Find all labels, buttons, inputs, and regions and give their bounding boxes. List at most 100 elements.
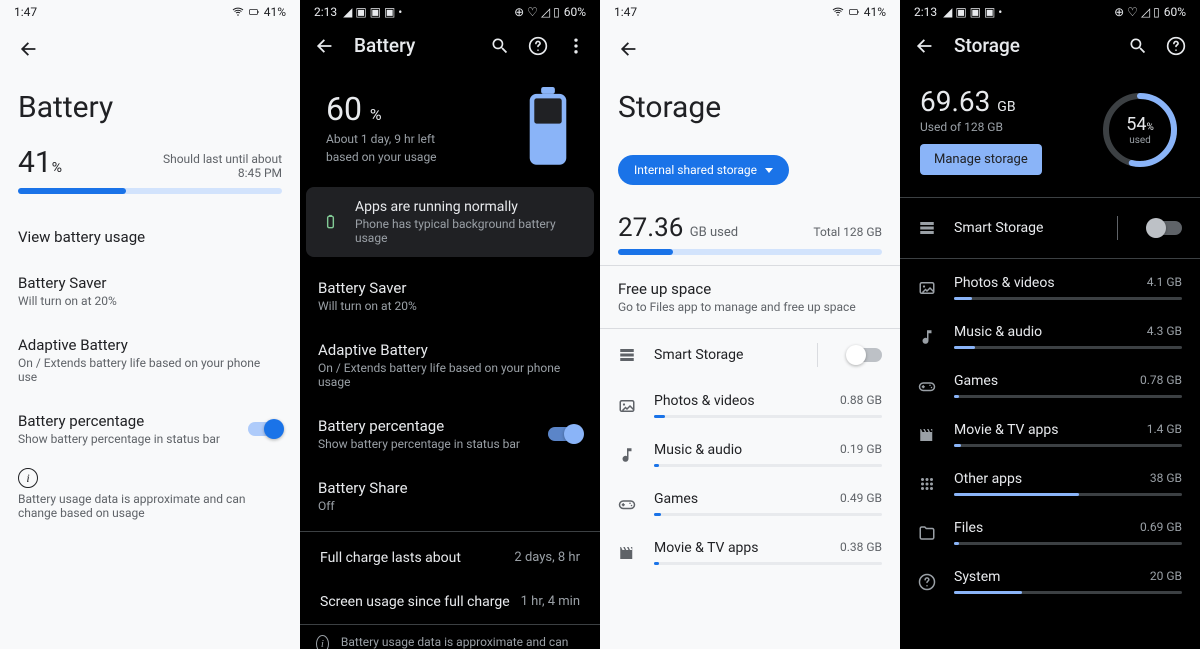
movie-icon <box>618 544 636 562</box>
battery-hero: 60 % About 1 day, 9 hr left based on you… <box>300 67 600 187</box>
image-icon <box>918 279 936 297</box>
storage-total: Total 128 GB <box>813 225 882 239</box>
battery-estimate: Should last until about8:45 PM <box>163 152 282 180</box>
battery-saver[interactable]: Battery SaverWill turn on at 20% <box>300 265 600 327</box>
apps-running-card[interactable]: Apps are running normallyPhone has typic… <box>306 187 594 257</box>
games-icon <box>918 377 936 395</box>
footer-text: Battery usage data is approximate and ca… <box>0 492 300 520</box>
movie-icon <box>918 426 936 444</box>
back-button[interactable] <box>618 38 640 60</box>
chevron-down-icon <box>765 168 773 173</box>
status-time: 2:13 <box>914 5 937 19</box>
status-icons: ⊕ ♡ ◿ ▯ <box>514 5 560 19</box>
help-icon[interactable] <box>528 36 548 56</box>
back-button[interactable] <box>914 35 936 57</box>
info-icon: i <box>316 635 329 649</box>
storage-category-music-audio[interactable]: Music & audio4.3 GB <box>900 312 1200 361</box>
page-title: Storage <box>600 60 900 145</box>
screen-usage-stat[interactable]: Screen usage since full charge1 hr, 4 mi… <box>300 580 600 624</box>
storage-icon <box>918 219 936 237</box>
storage-category-movie-tv-apps[interactable]: Movie & TV apps1.4 GB <box>900 410 1200 459</box>
battery-share[interactable]: Battery ShareOff <box>300 465 600 527</box>
storage-category-other-apps[interactable]: Other apps38 GB <box>900 459 1200 508</box>
back-arrow-icon <box>314 35 336 57</box>
toggle-switch[interactable] <box>248 422 282 436</box>
notif-icons: ◢ ▣ ▣ ▣ • <box>943 5 1002 19</box>
wifi-icon <box>832 6 844 18</box>
page-title: Battery <box>354 34 472 57</box>
battery-percentage-toggle[interactable]: Battery percentageShow battery percentag… <box>300 403 600 465</box>
battery-ok-icon <box>322 213 339 231</box>
pane-storage-dark: 2:13 ◢ ▣ ▣ ▣ • ⊕ ♡ ◿ ▯ 60% Storage 69.63… <box>900 0 1200 649</box>
smart-storage[interactable]: Smart Storage <box>600 329 900 381</box>
image-icon <box>618 397 636 415</box>
back-button[interactable] <box>314 35 336 57</box>
full-charge-stat[interactable]: Full charge lasts about2 days, 8 hr <box>300 536 600 580</box>
info-icon: i <box>18 468 38 488</box>
battery-icon <box>248 6 260 18</box>
storage-category-files[interactable]: Files0.69 GB <box>900 508 1200 557</box>
back-arrow-icon <box>18 38 40 60</box>
music-icon <box>918 328 936 346</box>
folder-icon <box>918 524 936 542</box>
wifi-icon <box>232 6 244 18</box>
system-icon <box>918 573 936 591</box>
storage-category-music-audio[interactable]: Music & audio0.19 GB <box>600 430 900 479</box>
battery-bar <box>18 188 282 194</box>
pane-storage-light: 1:47 41% Storage Internal shared storage… <box>600 0 900 649</box>
more-icon[interactable] <box>566 36 586 56</box>
music-icon <box>618 446 636 464</box>
free-up-space[interactable]: Free up spaceGo to Files app to manage a… <box>600 266 900 328</box>
status-icons: ⊕ ♡ ◿ ▯ <box>1114 5 1160 19</box>
pane-battery-light: 1:47 41% Battery 41% Should last until a… <box>0 0 300 649</box>
notif-icons: ◢ ▣ ▣ ▣ • <box>343 5 402 19</box>
adaptive-battery[interactable]: Adaptive BatteryOn / Extends battery lif… <box>0 322 300 398</box>
status-battery: 41% <box>264 5 286 19</box>
battery-saver[interactable]: Battery SaverWill turn on at 20% <box>0 260 300 322</box>
page-title: Storage <box>954 34 1110 57</box>
battery-percentage: 41% <box>18 145 62 180</box>
storage-category-games[interactable]: Games0.78 GB <box>900 361 1200 410</box>
status-bar: 2:13 ◢ ▣ ▣ ▣ • ⊕ ♡ ◿ ▯ 60% <box>900 0 1200 24</box>
status-bar: 1:47 41% <box>600 0 900 24</box>
manage-storage-button[interactable]: Manage storage <box>920 144 1042 175</box>
toggle-switch[interactable] <box>848 348 882 362</box>
header: Storage <box>900 24 1200 67</box>
status-battery: 41% <box>864 5 886 19</box>
header: Battery <box>300 24 600 67</box>
storage-bar <box>618 249 882 255</box>
toggle-switch[interactable] <box>548 427 582 441</box>
adaptive-battery[interactable]: Adaptive BatteryOn / Extends battery lif… <box>300 327 600 403</box>
back-arrow-icon <box>618 38 640 60</box>
help-icon[interactable] <box>1166 36 1186 56</box>
status-bar: 1:47 41% <box>0 0 300 24</box>
toggle-switch[interactable] <box>1148 221 1182 235</box>
status-battery: 60% <box>1164 5 1186 19</box>
view-battery-usage[interactable]: View battery usage <box>0 214 300 260</box>
battery-percentage-toggle[interactable]: Battery percentageShow battery percentag… <box>0 398 300 460</box>
storage-hero: 69.63 GB Used of 128 GB Manage storage 5… <box>900 67 1200 193</box>
pane-battery-dark: 2:13 ◢ ▣ ▣ ▣ • ⊕ ♡ ◿ ▯ 60% Battery 60 % … <box>300 0 600 649</box>
status-bar: 2:13 ◢ ▣ ▣ ▣ • ⊕ ♡ ◿ ▯ 60% <box>300 0 600 24</box>
storage-category-games[interactable]: Games0.49 GB <box>600 479 900 528</box>
search-icon[interactable] <box>1128 36 1148 56</box>
storage-category-photos-videos[interactable]: Photos & videos0.88 GB <box>600 381 900 430</box>
back-button[interactable] <box>18 38 40 60</box>
storage-ring: 54%used <box>1100 90 1180 170</box>
battery-illustration-icon <box>522 87 574 167</box>
search-icon[interactable] <box>490 36 510 56</box>
games-icon <box>618 495 636 513</box>
battery-icon <box>848 6 860 18</box>
status-time: 1:47 <box>614 5 637 19</box>
storage-category-photos-videos[interactable]: Photos & videos4.1 GB <box>900 263 1200 312</box>
status-battery: 60% <box>564 5 586 19</box>
storage-location-chip[interactable]: Internal shared storage <box>618 155 789 185</box>
footer: i Battery usage data is approximate and … <box>300 624 600 649</box>
apps-icon <box>918 475 936 493</box>
storage-icon <box>618 346 636 364</box>
storage-used: 27.36 GB used <box>618 213 738 243</box>
smart-storage[interactable]: Smart Storage <box>900 202 1200 254</box>
status-time: 2:13 <box>314 5 337 19</box>
storage-category-movie-tv-apps[interactable]: Movie & TV apps0.38 GB <box>600 528 900 577</box>
storage-category-system[interactable]: System20 GB <box>900 557 1200 606</box>
